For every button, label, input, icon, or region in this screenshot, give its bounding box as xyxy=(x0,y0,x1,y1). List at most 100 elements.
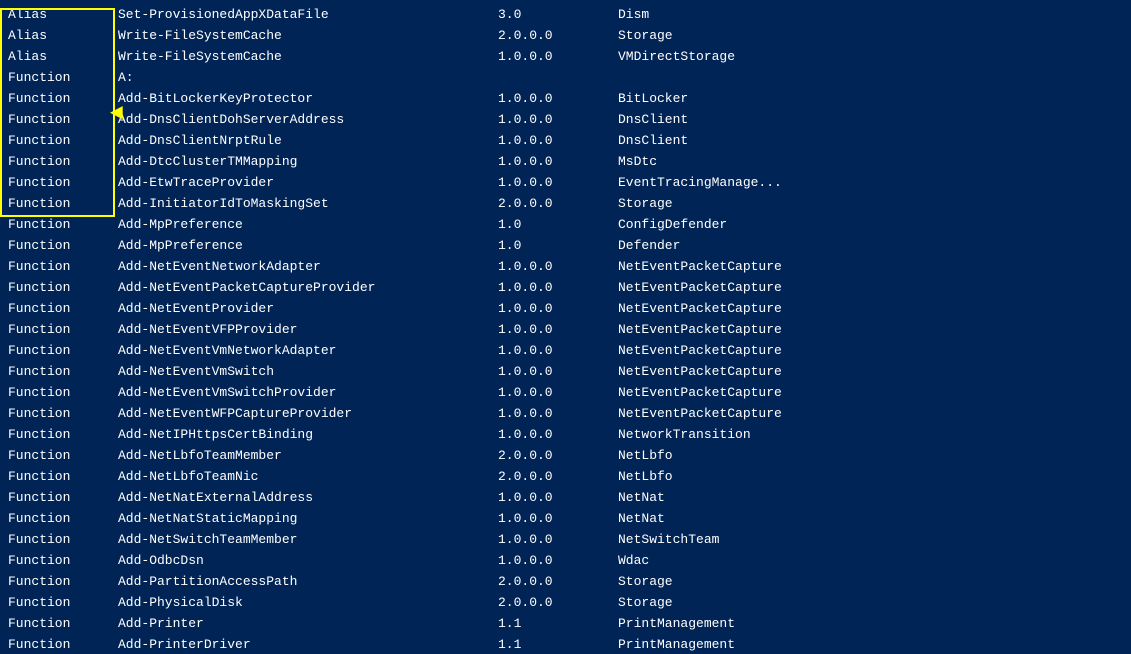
col-module: NetEventPacketCapture xyxy=(618,278,1123,297)
col-module: Dism xyxy=(618,5,1123,24)
col-version: 2.0.0.0 xyxy=(498,593,618,612)
col-name: Set-ProvisionedAppXDataFile xyxy=(118,5,498,24)
table-row: FunctionAdd-NetEventVmNetworkAdapter1.0.… xyxy=(0,340,1131,361)
col-module: NetNat xyxy=(618,488,1123,507)
col-name: Add-EtwTraceProvider xyxy=(118,173,498,192)
col-version: 1.0.0.0 xyxy=(498,488,618,507)
col-module: Defender xyxy=(618,236,1123,255)
table-row: AliasWrite-FileSystemCache1.0.0.0VMDirec… xyxy=(0,46,1131,67)
table-row: FunctionAdd-Printer1.1PrintManagement xyxy=(0,613,1131,634)
col-version: 1.0.0.0 xyxy=(498,89,618,108)
col-name: Add-NetEventVmSwitch xyxy=(118,362,498,381)
col-module: ConfigDefender xyxy=(618,215,1123,234)
col-version: 1.0.0.0 xyxy=(498,131,618,150)
col-type: Function xyxy=(8,341,118,360)
col-version: 1.0.0.0 xyxy=(498,299,618,318)
col-module: NetSwitchTeam xyxy=(618,530,1123,549)
col-name: Add-DnsClientDohServerAddress xyxy=(118,110,498,129)
table-row: FunctionAdd-NetEventProvider1.0.0.0NetEv… xyxy=(0,298,1131,319)
col-type: Function xyxy=(8,278,118,297)
table-row: FunctionAdd-NetIPHttpsCertBinding1.0.0.0… xyxy=(0,424,1131,445)
col-version: 1.0.0.0 xyxy=(498,530,618,549)
col-type: Function xyxy=(8,635,118,654)
col-module: NetworkTransition xyxy=(618,425,1123,444)
table-row: FunctionAdd-NetEventWFPCaptureProvider1.… xyxy=(0,403,1131,424)
table-row: FunctionAdd-NetNatStaticMapping1.0.0.0Ne… xyxy=(0,508,1131,529)
col-name: Add-NetEventPacketCaptureProvider xyxy=(118,278,498,297)
col-module: Wdac xyxy=(618,551,1123,570)
table-row: FunctionAdd-MpPreference1.0Defender xyxy=(0,235,1131,256)
col-type: Function xyxy=(8,131,118,150)
col-name: A: xyxy=(118,68,498,87)
table-row: FunctionAdd-InitiatorIdToMaskingSet2.0.0… xyxy=(0,193,1131,214)
col-type: Function xyxy=(8,194,118,213)
col-name: Add-Printer xyxy=(118,614,498,633)
table-row: FunctionAdd-DtcClusterTMMapping1.0.0.0Ms… xyxy=(0,151,1131,172)
table-row: FunctionAdd-PhysicalDisk2.0.0.0Storage xyxy=(0,592,1131,613)
col-type: Function xyxy=(8,362,118,381)
col-version: 1.0.0.0 xyxy=(498,152,618,171)
table-row: FunctionAdd-DnsClientNrptRule1.0.0.0DnsC… xyxy=(0,130,1131,151)
col-version xyxy=(498,68,618,87)
col-name: Write-FileSystemCache xyxy=(118,26,498,45)
col-type: Function xyxy=(8,257,118,276)
col-module: Storage xyxy=(618,572,1123,591)
col-name: Write-FileSystemCache xyxy=(118,47,498,66)
col-module: NetEventPacketCapture xyxy=(618,320,1123,339)
col-name: Add-NetNatExternalAddress xyxy=(118,488,498,507)
col-module: NetEventPacketCapture xyxy=(618,404,1123,423)
table-row: FunctionAdd-NetEventNetworkAdapter1.0.0.… xyxy=(0,256,1131,277)
col-name: Add-NetSwitchTeamMember xyxy=(118,530,498,549)
col-name: Add-DtcClusterTMMapping xyxy=(118,152,498,171)
col-version: 1.1 xyxy=(498,614,618,633)
col-module: Storage xyxy=(618,593,1123,612)
table-row: AliasSet-ProvisionedAppXDataFile3.0Dism xyxy=(0,4,1131,25)
col-type: Function xyxy=(8,425,118,444)
table-row: FunctionAdd-OdbcDsn1.0.0.0Wdac xyxy=(0,550,1131,571)
col-name: Add-NetEventVmSwitchProvider xyxy=(118,383,498,402)
table-row: FunctionAdd-MpPreference1.0ConfigDefende… xyxy=(0,214,1131,235)
col-type: Alias xyxy=(8,47,118,66)
col-type: Function xyxy=(8,467,118,486)
col-name: Add-NetEventVmNetworkAdapter xyxy=(118,341,498,360)
col-version: 1.0.0.0 xyxy=(498,278,618,297)
col-type: Function xyxy=(8,446,118,465)
col-name: Add-NetEventNetworkAdapter xyxy=(118,257,498,276)
col-version: 2.0.0.0 xyxy=(498,26,618,45)
col-type: Function xyxy=(8,299,118,318)
col-version: 1.0.0.0 xyxy=(498,404,618,423)
col-module: PrintManagement xyxy=(618,614,1123,633)
col-version: 1.0.0.0 xyxy=(498,320,618,339)
col-name: Add-NetIPHttpsCertBinding xyxy=(118,425,498,444)
col-version: 3.0 xyxy=(498,5,618,24)
col-type: Function xyxy=(8,488,118,507)
col-name: Add-BitLockerKeyProtector xyxy=(118,89,498,108)
col-module: NetEventPacketCapture xyxy=(618,362,1123,381)
col-version: 2.0.0.0 xyxy=(498,467,618,486)
table-row: FunctionAdd-NetEventPacketCaptureProvide… xyxy=(0,277,1131,298)
col-version: 1.0.0.0 xyxy=(498,173,618,192)
col-version: 1.0.0.0 xyxy=(498,110,618,129)
col-type: Function xyxy=(8,593,118,612)
col-version: 1.0.0.0 xyxy=(498,362,618,381)
col-name: Add-MpPreference xyxy=(118,236,498,255)
table-row: FunctionAdd-NetEventVFPProvider1.0.0.0Ne… xyxy=(0,319,1131,340)
col-type: Function xyxy=(8,404,118,423)
col-type: Function xyxy=(8,236,118,255)
col-version: 2.0.0.0 xyxy=(498,572,618,591)
col-module: NetLbfo xyxy=(618,467,1123,486)
col-version: 1.0.0.0 xyxy=(498,551,618,570)
table-row: FunctionAdd-DnsClientDohServerAddress1.0… xyxy=(0,109,1131,130)
col-module: DnsClient xyxy=(618,110,1123,129)
col-type: Function xyxy=(8,89,118,108)
terminal-window: AliasSet-ProvisionedAppXDataFile3.0DismA… xyxy=(0,0,1131,654)
col-name: Add-PhysicalDisk xyxy=(118,593,498,612)
col-type: Function xyxy=(8,572,118,591)
col-type: Function xyxy=(8,320,118,339)
col-type: Function xyxy=(8,614,118,633)
col-version: 1.0.0.0 xyxy=(498,425,618,444)
col-name: Add-PartitionAccessPath xyxy=(118,572,498,591)
col-type: Function xyxy=(8,152,118,171)
col-name: Add-OdbcDsn xyxy=(118,551,498,570)
col-type: Alias xyxy=(8,26,118,45)
